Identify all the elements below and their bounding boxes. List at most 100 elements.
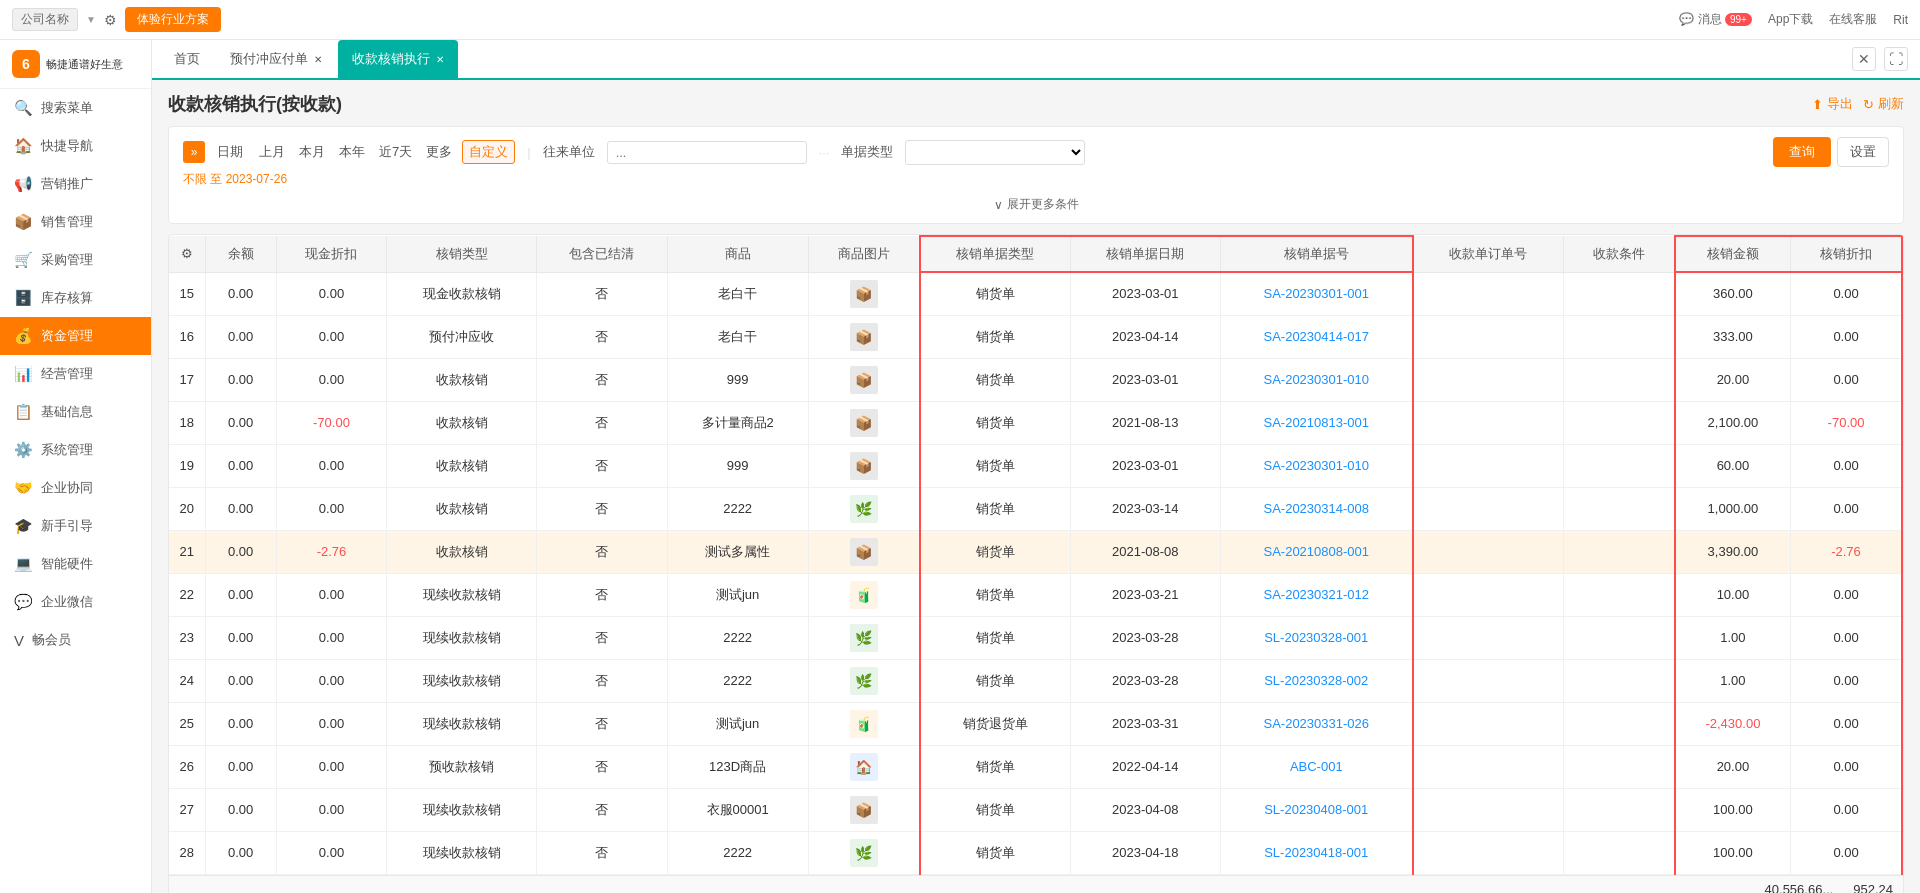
- sidebar-item-search[interactable]: 🔍 搜索菜单: [0, 89, 151, 127]
- sidebar-item-marketing[interactable]: 📢 营销推广: [0, 165, 151, 203]
- cell-verify-bill-no[interactable]: SA-20230414-017: [1220, 315, 1412, 358]
- query-button[interactable]: 查询: [1773, 137, 1831, 167]
- expand-more-conditions[interactable]: ∨ 展开更多条件: [183, 196, 1889, 213]
- cell-verify-bill-no[interactable]: SA-20230301-010: [1220, 444, 1412, 487]
- cell-verify-bill-no[interactable]: SA-20230314-008: [1220, 487, 1412, 530]
- online-service-link[interactable]: 在线客服: [1829, 11, 1877, 28]
- cell-receipt-order-no: [1413, 745, 1564, 788]
- cell-verify-bill-no[interactable]: SL-20230408-001: [1220, 788, 1412, 831]
- export-label: 导出: [1827, 95, 1853, 113]
- settings-icon[interactable]: ⚙: [104, 12, 117, 28]
- sidebar-item-enterprise[interactable]: 🤝 企业协同: [0, 469, 151, 507]
- cell-goods-img: 🌿: [808, 659, 919, 702]
- cell-goods-img: 🧃: [808, 573, 919, 616]
- th-settings[interactable]: ⚙: [169, 236, 205, 272]
- filter-partner-input[interactable]: [607, 141, 807, 164]
- cell-verify-bill-no[interactable]: SA-20230321-012: [1220, 573, 1412, 616]
- cell-verify-bill-no[interactable]: SA-20210813-001: [1220, 401, 1412, 444]
- filter-expand-button[interactable]: »: [183, 141, 205, 163]
- cell-verify-discount: 0.00: [1791, 358, 1902, 401]
- cell-verify-bill-no[interactable]: SA-20230301-010: [1220, 358, 1412, 401]
- sidebar-item-guide[interactable]: 🎓 新手引导: [0, 507, 151, 545]
- cell-verify-bill-type: 销货单: [920, 788, 1071, 831]
- sidebar-label-marketing: 营销推广: [41, 175, 93, 193]
- cell-receipt-order-no: [1413, 401, 1564, 444]
- cell-receipt-condition: [1563, 831, 1674, 874]
- tab-maximize-button[interactable]: ⛶: [1884, 47, 1908, 71]
- sidebar-item-finance[interactable]: 💰 资金管理: [0, 317, 151, 355]
- cell-verify-bill-date: 2023-03-28: [1070, 659, 1220, 702]
- refresh-button[interactable]: ↻ 刷新: [1863, 95, 1904, 113]
- cell-verify-bill-no[interactable]: SL-20230418-001: [1220, 831, 1412, 874]
- user-info[interactable]: Rit: [1893, 13, 1908, 27]
- date-link-this-month[interactable]: 本月: [295, 141, 329, 163]
- cell-cash-discount: 0.00: [276, 831, 387, 874]
- cell-included: 否: [537, 444, 667, 487]
- cell-receipt-order-no: [1413, 530, 1564, 573]
- cell-verify-bill-type: 销货单: [920, 745, 1071, 788]
- sidebar-item-sales[interactable]: 📦 销售管理: [0, 203, 151, 241]
- cell-cash-discount: 0.00: [276, 745, 387, 788]
- cell-receipt-condition: [1563, 358, 1674, 401]
- tab-collection-close-icon[interactable]: ✕: [436, 54, 444, 65]
- sidebar-item-purchase[interactable]: 🛒 采购管理: [0, 241, 151, 279]
- trial-button[interactable]: 体验行业方案: [125, 7, 221, 32]
- table-settings-button[interactable]: 设置: [1837, 137, 1889, 167]
- sidebar-item-operations[interactable]: 📊 经营管理: [0, 355, 151, 393]
- cell-receipt-order-no: [1413, 444, 1564, 487]
- cell-included: 否: [537, 788, 667, 831]
- cell-verify-bill-no[interactable]: SL-20230328-001: [1220, 616, 1412, 659]
- sidebar-item-member[interactable]: V 畅会员: [0, 621, 151, 659]
- cell-verify-bill-no[interactable]: SA-20230331-026: [1220, 702, 1412, 745]
- company-selector[interactable]: 公司名称: [12, 8, 78, 31]
- export-button[interactable]: ⬆ 导出: [1812, 95, 1853, 113]
- sidebar-label-sales: 销售管理: [41, 213, 93, 231]
- sidebar-item-system[interactable]: ⚙️ 系统管理: [0, 431, 151, 469]
- enterprise-icon: 🤝: [14, 479, 33, 497]
- date-link-more[interactable]: 更多: [422, 141, 456, 163]
- cell-verify-bill-date: 2023-03-01: [1070, 272, 1220, 315]
- product-thumbnail: 🧃: [850, 581, 878, 609]
- tab-home[interactable]: 首页: [160, 40, 214, 78]
- cell-verify-bill-no[interactable]: SA-20210808-001: [1220, 530, 1412, 573]
- cell-cash-discount: 0.00: [276, 444, 387, 487]
- date-link-last-month[interactable]: 上月: [255, 141, 289, 163]
- th-receipt-condition: 收款条件: [1563, 236, 1674, 272]
- tab-prepay[interactable]: 预付冲应付单 ✕: [216, 40, 336, 80]
- filter-bill-type-select[interactable]: [905, 140, 1085, 165]
- inventory-icon: 🗄️: [14, 289, 33, 307]
- cell-included: 否: [537, 530, 667, 573]
- tab-collection[interactable]: 收款核销执行 ✕: [338, 40, 458, 80]
- cell-goods: 测试jun: [667, 573, 808, 616]
- cell-type: 收款核销: [387, 358, 537, 401]
- table-footer: 40,556,66... 952.24: [169, 875, 1903, 894]
- tab-prepay-close-icon[interactable]: ✕: [314, 54, 322, 65]
- cell-verify-bill-no[interactable]: ABC-001: [1220, 745, 1412, 788]
- top-bar-right: 💬 消息 99+ App下载 在线客服 Rit: [1679, 11, 1908, 28]
- cell-verify-bill-no[interactable]: SL-20230328-002: [1220, 659, 1412, 702]
- th-included: 包含已结清: [537, 236, 667, 272]
- table-row: 17 0.00 0.00 收款核销 否 999 📦 销货单 2023-03-01…: [169, 358, 1902, 401]
- sidebar-label-enterprise: 企业协同: [41, 479, 93, 497]
- sidebar-item-quick-nav[interactable]: 🏠 快捷导航: [0, 127, 151, 165]
- sidebar-item-hardware[interactable]: 💻 智能硬件: [0, 545, 151, 583]
- cell-type: 预收款核销: [387, 745, 537, 788]
- date-link-7days[interactable]: 近7天: [375, 141, 416, 163]
- app-download-link[interactable]: App下载: [1768, 11, 1813, 28]
- cell-included: 否: [537, 745, 667, 788]
- tab-close-button[interactable]: ✕: [1852, 47, 1876, 71]
- sidebar-label-member: 畅会员: [32, 631, 71, 649]
- sidebar-item-inventory[interactable]: 🗄️ 库存核算: [0, 279, 151, 317]
- cell-goods: 老白干: [667, 315, 808, 358]
- export-icon: ⬆: [1812, 97, 1823, 112]
- sidebar-item-base-info[interactable]: 📋 基础信息: [0, 393, 151, 431]
- sidebar-item-wechat[interactable]: 💬 企业微信: [0, 583, 151, 621]
- expand-more-label: 展开更多条件: [1007, 196, 1079, 213]
- cell-no: 18: [169, 401, 205, 444]
- cell-verify-bill-no[interactable]: SA-20230301-001: [1220, 272, 1412, 315]
- date-link-this-year[interactable]: 本年: [335, 141, 369, 163]
- product-thumbnail: 🧃: [850, 710, 878, 738]
- message-section[interactable]: 💬 消息 99+: [1679, 11, 1752, 28]
- date-link-custom[interactable]: 自定义: [462, 140, 515, 164]
- cell-receipt-order-no: [1413, 831, 1564, 874]
